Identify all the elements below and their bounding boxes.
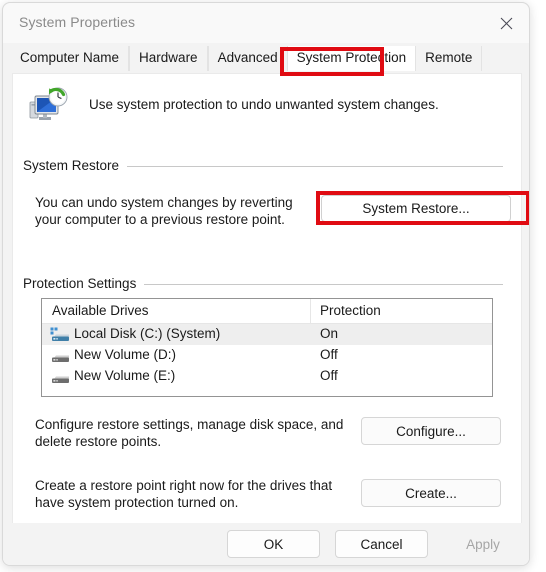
system-drive-icon xyxy=(50,327,69,341)
title-bar: System Properties xyxy=(3,3,529,43)
configure-button[interactable]: Configure... xyxy=(361,417,501,445)
drive-protection-status: Off xyxy=(320,368,338,383)
cancel-button[interactable]: Cancel xyxy=(335,530,428,558)
group-label-system-restore: System Restore xyxy=(23,158,120,173)
dialog-footer: OK Cancel Apply xyxy=(3,523,529,565)
available-drives-list[interactable]: Available Drives Protection Local Disk (… xyxy=(41,298,493,397)
drive-protection-status: On xyxy=(320,326,339,341)
tab-hardware[interactable]: Hardware xyxy=(129,46,208,71)
ok-button[interactable]: OK xyxy=(227,530,320,558)
apply-button: Apply xyxy=(443,530,523,558)
create-button[interactable]: Create... xyxy=(361,479,501,507)
drive-name: Local Disk (C:) (System) xyxy=(74,326,221,341)
column-header-protection: Protection xyxy=(320,303,381,318)
window-title: System Properties xyxy=(19,14,136,30)
drive-icon xyxy=(52,355,69,362)
column-divider xyxy=(310,299,311,323)
tab-remote[interactable]: Remote xyxy=(415,46,483,71)
table-row[interactable]: New Volume (E:) Off xyxy=(42,366,492,387)
drives-list-header: Available Drives Protection xyxy=(42,299,492,324)
column-header-available-drives: Available Drives xyxy=(52,303,149,318)
close-icon[interactable] xyxy=(483,3,529,43)
group-label-protection-settings: Protection Settings xyxy=(23,276,137,291)
drive-icon xyxy=(52,376,69,383)
create-description: Create a restore point right now for the… xyxy=(35,478,333,510)
system-protection-tab-page: Use system protection to undo unwanted s… xyxy=(12,73,522,524)
intro-text: Use system protection to undo unwanted s… xyxy=(89,97,439,112)
drive-name: New Volume (D:) xyxy=(74,347,177,362)
tab-system-protection[interactable]: System Protection xyxy=(287,46,416,71)
intro-row: Use system protection to undo unwanted s… xyxy=(27,86,507,134)
system-protection-icon xyxy=(29,87,68,120)
table-row[interactable]: Local Disk (C:) (System) On xyxy=(42,324,492,345)
group-header-protection-settings: Protection Settings xyxy=(23,276,503,291)
group-rule xyxy=(144,284,503,285)
system-properties-dialog: System Properties Computer Name Hardware… xyxy=(2,2,530,566)
group-header-system-restore: System Restore xyxy=(23,158,503,173)
tab-computer-name[interactable]: Computer Name xyxy=(11,46,130,71)
system-restore-description: You can undo system changes by reverting… xyxy=(35,195,293,227)
table-row[interactable]: New Volume (D:) Off xyxy=(42,345,492,366)
drive-name: New Volume (E:) xyxy=(74,368,176,383)
system-restore-button[interactable]: System Restore... xyxy=(321,195,511,222)
tab-advanced[interactable]: Advanced xyxy=(207,46,288,71)
group-rule xyxy=(127,166,503,167)
drive-protection-status: Off xyxy=(320,347,338,362)
tab-strip: Computer Name Hardware Advanced System P… xyxy=(3,45,529,71)
configure-description: Configure restore settings, manage disk … xyxy=(35,417,344,449)
